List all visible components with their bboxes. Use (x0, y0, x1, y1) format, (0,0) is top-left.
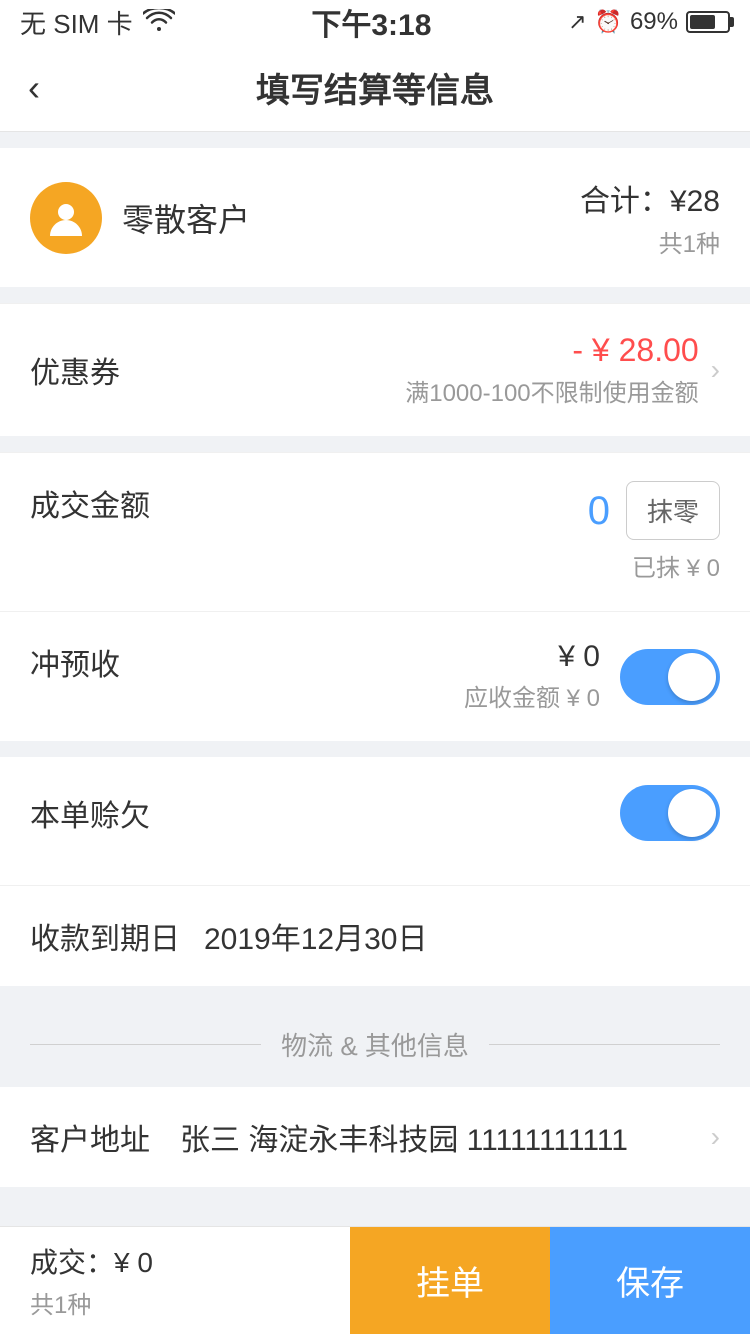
address-section: 客户地址 张三 海淀永丰科技园 11111111111 › (0, 1087, 750, 1187)
due-date-label: 收款到期日 (30, 914, 180, 958)
coupon-value-group: - ¥ 28.00 满1000-100不限制使用金额 (405, 332, 698, 408)
back-button[interactable]: ‹ (28, 67, 40, 109)
prepay-receivable: 应收金额 ¥ 0 (464, 678, 600, 713)
address-value: 张三 海淀永丰科技园 11111111111 (180, 1115, 711, 1159)
chevron-icon: › (711, 354, 720, 386)
status-right: ↗ ⏰ 69% (568, 8, 730, 36)
wifi-icon (143, 7, 175, 38)
total-amount: 合计：¥28 (580, 176, 720, 220)
address-chevron-icon: › (711, 1121, 720, 1153)
alarm-icon: ⏰ (595, 9, 622, 35)
hold-button[interactable]: 挂单 (350, 1227, 550, 1334)
logistics-divider: 物流 & 其他信息 (0, 1002, 750, 1087)
bottom-deal-row: 成交：¥ 0 (30, 1241, 320, 1281)
coupon-section: 优惠券 - ¥ 28.00 满1000-100不限制使用金额 › (0, 303, 750, 436)
prepay-amount: ¥ 0 (464, 640, 600, 674)
bottom-count: 共1种 (30, 1285, 320, 1320)
bottom-bar: 成交：¥ 0 共1种 挂单 保存 (0, 1226, 750, 1334)
due-date-value[interactable]: 2019年12月30日 (204, 914, 427, 958)
coupon-amount: - ¥ 28.00 (405, 332, 698, 369)
prepay-toggle[interactable] (620, 649, 720, 705)
avatar (30, 182, 102, 254)
coupon-right: - ¥ 28.00 满1000-100不限制使用金额 › (405, 332, 720, 408)
deal-prepay-section: 成交金额 0 抹零 已抹 ¥ 0 冲预收 ¥ 0 应收金额 ¥ 0 (0, 452, 750, 741)
address-row[interactable]: 客户地址 张三 海淀永丰科技园 11111111111 › (0, 1087, 750, 1187)
save-button[interactable]: 保存 (550, 1227, 750, 1334)
prepay-right: ¥ 0 应收金额 ¥ 0 (464, 640, 720, 713)
divider-line-left (30, 1044, 261, 1045)
prepay-row: 冲预收 ¥ 0 应收金额 ¥ 0 (0, 611, 750, 741)
due-date-row: 收款到期日 2019年12月30日 (0, 885, 750, 986)
debt-toggle[interactable] (620, 785, 720, 841)
status-time: 下午3:18 (311, 0, 431, 44)
deal-amount-value[interactable]: 0 (588, 491, 610, 531)
status-left: 无 SIM 卡 (20, 4, 175, 41)
customer-row[interactable]: 零散客户 合计：¥28 共1种 (0, 148, 750, 287)
customer-name: 零散客户 (122, 195, 250, 241)
coupon-row[interactable]: 优惠券 - ¥ 28.00 满1000-100不限制使用金额 › (0, 303, 750, 436)
already-rounded: 已抹 ¥ 0 (30, 548, 720, 583)
toggle-knob (668, 653, 716, 701)
coupon-desc: 满1000-100不限制使用金额 (405, 373, 698, 408)
divider-line-right (489, 1044, 720, 1045)
debt-toggle-knob (668, 789, 716, 837)
deal-amount-row: 成交金额 0 抹零 已抹 ¥ 0 (0, 452, 750, 611)
coupon-label: 优惠券 (30, 348, 120, 392)
bottom-deal-label: 成交： (30, 1247, 114, 1278)
debt-label: 本单赊欠 (30, 791, 150, 835)
location-icon: ↗ (568, 9, 586, 35)
prepay-label: 冲预收 (30, 640, 120, 684)
bottom-info: 成交：¥ 0 共1种 (0, 1241, 350, 1320)
customer-total: 合计：¥28 共1种 (580, 176, 720, 259)
carrier-text: 无 SIM 卡 (20, 4, 133, 41)
deal-amount-right: 0 抹零 (588, 481, 720, 540)
total-count: 共1种 (580, 224, 720, 259)
customer-info: 零散客户 (30, 182, 250, 254)
battery-percent: 69% (630, 8, 678, 36)
address-label: 客户地址 (30, 1115, 150, 1159)
debt-row: 本单赊欠 (0, 757, 750, 869)
bottom-deal-amount: ¥ 0 (114, 1247, 153, 1278)
prepay-amount-group: ¥ 0 应收金额 ¥ 0 (464, 640, 600, 713)
deal-amount-label: 成交金额 (30, 481, 150, 525)
logistics-label: 物流 & 其他信息 (261, 1026, 489, 1063)
battery-icon (686, 11, 730, 33)
customer-section: 零散客户 合计：¥28 共1种 (0, 148, 750, 287)
debt-section: 本单赊欠 收款到期日 2019年12月30日 (0, 757, 750, 986)
nav-bar: ‹ 填写结算等信息 (0, 44, 750, 132)
page-title: 填写结算等信息 (256, 63, 494, 112)
round-button[interactable]: 抹零 (626, 481, 720, 540)
status-bar: 无 SIM 卡 下午3:18 ↗ ⏰ 69% (0, 0, 750, 44)
